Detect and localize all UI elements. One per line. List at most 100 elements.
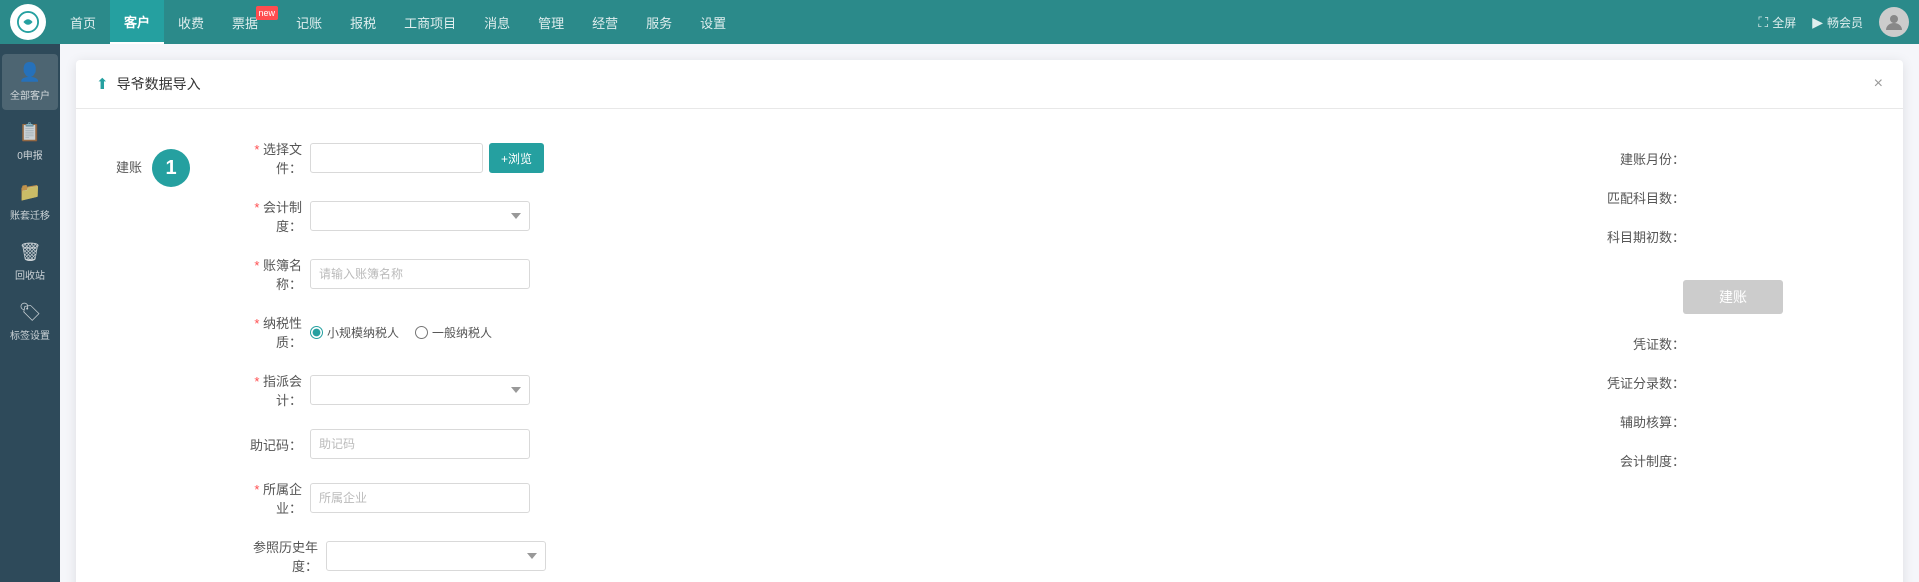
tax-nature-label: 纳税性质：: [230, 313, 310, 351]
initial-balance-row: 科目期初数：: [1603, 227, 1863, 246]
ledger-name-row: 账簿名称：: [230, 255, 1563, 293]
fullscreen-icon: ⛶: [1758, 14, 1768, 31]
fullscreen-button[interactable]: ⛶ 全屏: [1758, 14, 1796, 31]
form-section: 选择文件： +浏览 会计制度：: [230, 139, 1563, 582]
company-row: 所属企业：: [230, 479, 1563, 517]
accounting-system-info-label: 会计制度：: [1603, 451, 1693, 470]
sidebar-all-customers-label: 全部客户: [10, 87, 50, 102]
avatar[interactable]: [1879, 7, 1909, 37]
accounting-system-select[interactable]: [310, 201, 530, 231]
accounting-system-label: 会计制度：: [230, 197, 310, 235]
select-file-label: 选择文件：: [230, 139, 310, 177]
sidebar-recycle-label: 回收站: [15, 267, 45, 282]
dialog-title: 导爷数据导入: [117, 74, 201, 94]
step-area: 建账 1: [116, 139, 190, 187]
tax-radio-small[interactable]: [310, 326, 323, 339]
sidebar-tags-label: 标签设置: [10, 327, 50, 342]
import-dialog: ⬆ 导爷数据导入 × 建账 1 选择文件：: [76, 60, 1903, 582]
memo-code-label: 助记码：: [230, 435, 310, 454]
tax-nature-radio-group: 小规模纳税人 一般纳税人: [310, 324, 1563, 341]
ref-year-select[interactable]: [326, 541, 546, 571]
build-month-label: 建账月份：: [1603, 149, 1693, 168]
assign-accountant-label: 指派会计：: [230, 371, 310, 409]
memo-code-input[interactable]: [310, 429, 530, 459]
ref-year-label: 参照历史年度：: [230, 537, 326, 575]
initial-balance-label: 科目期初数：: [1603, 227, 1693, 246]
sidebar-item-all-customers[interactable]: 👤 全部客户: [2, 54, 58, 110]
tax-radio-general[interactable]: [415, 326, 428, 339]
company-label: 所属企业：: [230, 479, 310, 517]
nav-right: ⛶ 全屏 ▶ 畅会员: [1758, 7, 1909, 37]
vip-button[interactable]: ▶ 畅会员: [1812, 14, 1863, 31]
voucher-count-row: 凭证数：: [1603, 334, 1863, 353]
match-subjects-label: 匹配科目数：: [1603, 188, 1693, 207]
nav-messages[interactable]: 消息: [470, 0, 524, 44]
nav-invoices[interactable]: 票据 new: [218, 0, 282, 44]
tax-option-small-label: 小规模纳税人: [327, 324, 399, 341]
migration-icon: 📁: [19, 182, 41, 203]
auxiliary-label: 辅助核算：: [1603, 412, 1693, 431]
dialog-header-left: ⬆ 导爷数据导入: [96, 74, 201, 94]
create-button-wrap: 建账: [1603, 266, 1863, 314]
dialog-header: ⬆ 导爷数据导入 ×: [76, 60, 1903, 109]
company-input[interactable]: [310, 483, 530, 513]
dialog-body: 建账 1 选择文件： +浏览: [76, 109, 1903, 582]
step-circle: 1: [152, 149, 190, 187]
select-file-row: 选择文件： +浏览: [230, 139, 1563, 177]
top-navbar: 首页 客户 收费 票据 new 记账 报税 工商项目 消息 管理 经营 服务 设…: [0, 0, 1919, 44]
ledger-name-label: 账簿名称：: [230, 255, 310, 293]
nav-operations[interactable]: 经营: [578, 0, 632, 44]
build-month-row: 建账月份：: [1603, 149, 1863, 168]
nav-management[interactable]: 管理: [524, 0, 578, 44]
info-section: 建账月份： 匹配科目数： 科目期初数： 建账: [1603, 139, 1863, 582]
assign-accountant-select[interactable]: [310, 375, 530, 405]
sidebar-declaration-label: 0申报: [17, 147, 43, 162]
file-input[interactable]: [310, 143, 483, 173]
all-customers-icon: 👤: [19, 62, 41, 83]
new-badge: new: [256, 6, 279, 20]
content-area: ⬆ 导爷数据导入 × 建账 1 选择文件：: [60, 44, 1919, 582]
nav-settings[interactable]: 设置: [686, 0, 740, 44]
assign-accountant-row: 指派会计：: [230, 371, 1563, 409]
create-account-button[interactable]: 建账: [1683, 280, 1783, 314]
nav-bookkeeping[interactable]: 记账: [282, 0, 336, 44]
vip-label: 畅会员: [1827, 14, 1863, 31]
fullscreen-label: 全屏: [1772, 14, 1796, 31]
voucher-entries-row: 凭证分录数：: [1603, 373, 1863, 392]
file-input-group: +浏览: [310, 143, 530, 173]
accounting-system-info-row: 会计制度：: [1603, 451, 1863, 470]
sidebar-item-migration[interactable]: 📁 账套迁移: [2, 174, 58, 230]
main-layout: 👤 全部客户 📋 0申报 📁 账套迁移 🗑 回收站 🏷 标签设置 ⬆ 导爷: [0, 44, 1919, 582]
auxiliary-row: 辅助核算：: [1603, 412, 1863, 431]
tags-icon: 🏷: [19, 302, 42, 323]
nav-home[interactable]: 首页: [56, 0, 110, 44]
tax-nature-row: 纳税性质： 小规模纳税人 一般纳税人: [230, 313, 1563, 351]
app-logo[interactable]: [10, 4, 46, 40]
sidebar-item-declaration[interactable]: 📋 0申报: [2, 114, 58, 170]
sidebar: 👤 全部客户 📋 0申报 📁 账套迁移 🗑 回收站 🏷 标签设置: [0, 44, 60, 582]
browse-button[interactable]: +浏览: [489, 143, 544, 173]
nav-tax[interactable]: 报税: [336, 0, 390, 44]
tax-option-small[interactable]: 小规模纳税人: [310, 324, 399, 341]
tax-option-general-label: 一般纳税人: [432, 324, 492, 341]
recycle-icon: 🗑: [19, 242, 42, 263]
nav-fees[interactable]: 收费: [164, 0, 218, 44]
step-label: 建账: [116, 149, 142, 176]
voucher-entries-label: 凭证分录数：: [1603, 373, 1693, 392]
sidebar-migration-label: 账套迁移: [10, 207, 50, 222]
nav-services[interactable]: 服务: [632, 0, 686, 44]
nav-customers[interactable]: 客户: [110, 0, 164, 44]
match-subjects-row: 匹配科目数：: [1603, 188, 1863, 207]
import-icon: ⬆: [96, 75, 109, 93]
memo-code-row: 助记码：: [230, 429, 1563, 459]
tax-option-general[interactable]: 一般纳税人: [415, 324, 492, 341]
ref-year-row: 参照历史年度：: [230, 537, 1563, 575]
ledger-name-input[interactable]: [310, 259, 530, 289]
nav-business-projects[interactable]: 工商项目: [390, 0, 470, 44]
declaration-icon: 📋: [19, 122, 41, 143]
accounting-system-row: 会计制度：: [230, 197, 1563, 235]
nav-items: 首页 客户 收费 票据 new 记账 报税 工商项目 消息 管理 经营 服务 设…: [56, 0, 1758, 44]
sidebar-item-tags[interactable]: 🏷 标签设置: [2, 294, 58, 350]
sidebar-item-recycle[interactable]: 🗑 回收站: [2, 234, 58, 290]
close-button[interactable]: ×: [1874, 75, 1883, 93]
